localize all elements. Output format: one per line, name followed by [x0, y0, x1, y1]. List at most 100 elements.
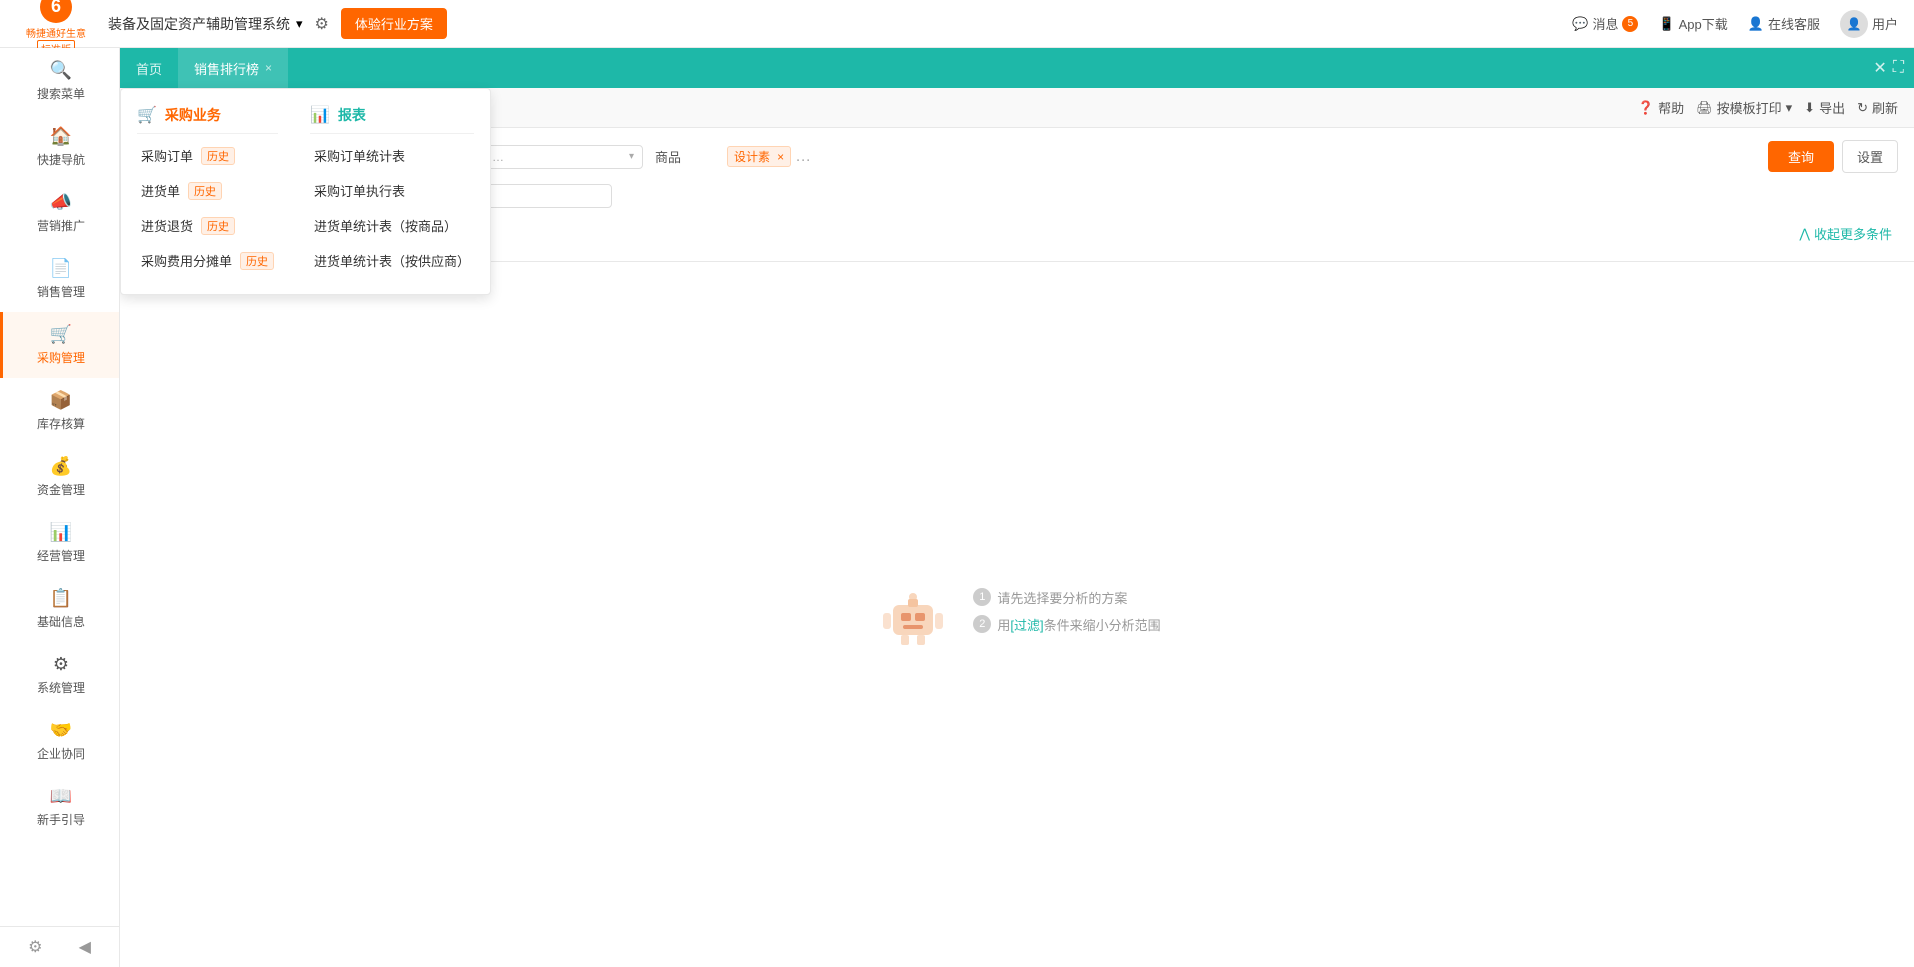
- sidebar-item-label: 快捷导航: [37, 151, 85, 168]
- tab-bar: 首页 销售排行榜 × ✕ ⛶: [120, 48, 1914, 88]
- system-title: 装备及固定资产辅助管理系统: [108, 14, 290, 34]
- inventory-icon: 📦: [50, 390, 72, 411]
- export-button[interactable]: ⬇ 导出: [1804, 98, 1845, 117]
- sidebar-item-label: 企业协同: [37, 745, 85, 762]
- menu-item-purchase-return[interactable]: 进货退货 历史: [137, 208, 278, 243]
- sales-icon: 📄: [50, 258, 72, 279]
- refresh-button[interactable]: ↻ 刷新: [1857, 98, 1898, 117]
- operations-icon: 📊: [50, 522, 72, 543]
- menu-item-purchase-expense[interactable]: 采购费用分摊单 历史: [137, 243, 278, 278]
- message-item[interactable]: 💬 消息 5: [1572, 14, 1638, 33]
- sidebar-collapse-icon[interactable]: ◀: [79, 937, 91, 957]
- funds-icon: 💰: [50, 456, 72, 477]
- empty-illustration: [873, 575, 953, 655]
- collapse-area: ⋀ 收起更多条件: [1793, 218, 1898, 249]
- sidebar-item-inventory[interactable]: 📦 库存核算: [0, 378, 119, 444]
- industry-button[interactable]: 体验行业方案: [341, 8, 447, 39]
- menu-item-receipt-stat-goods[interactable]: 进货单统计表（按商品）: [310, 208, 474, 243]
- tab-close-icon[interactable]: ×: [265, 61, 272, 75]
- tab-home[interactable]: 首页: [120, 48, 178, 88]
- sidebar-item-label: 经营管理: [37, 547, 85, 564]
- sidebar-item-guide[interactable]: 📖 新手引导: [0, 774, 119, 840]
- goods-tag: 设计素 ×: [727, 146, 791, 167]
- main-layout: 🔍 搜索菜单 🏠 快捷导航 📣 营销推广 📄 销售管理 🛒 采购管理 📦 库存核…: [0, 48, 1914, 967]
- menu-item-order-stat[interactable]: 采购订单统计表: [310, 138, 474, 173]
- sidebar-item-funds[interactable]: 💰 资金管理: [0, 444, 119, 510]
- tab-sales-ranking[interactable]: 销售排行榜 ×: [178, 48, 288, 88]
- purchase-dropdown-overlay: 🛒 采购业务 采购订单 历史 进货单 历史 进货退货 历史: [120, 88, 491, 295]
- empty-state: 1 请先选择要分析的方案 2 用[过滤]条件来缩小分析范围: [873, 575, 1160, 655]
- menu-item-label: 采购订单统计表: [314, 146, 405, 165]
- sidebar-footer: ⚙ ◀: [0, 926, 119, 967]
- sidebar-item-search[interactable]: 🔍 搜索菜单: [0, 48, 119, 114]
- sidebar-item-label: 销售管理: [37, 283, 85, 300]
- sidebar-item-label: 库存核算: [37, 415, 85, 432]
- help-button[interactable]: ❓ 帮助: [1638, 98, 1684, 117]
- export-icon: ⬇: [1804, 100, 1815, 116]
- sidebar: 🔍 搜索菜单 🏠 快捷导航 📣 营销推广 📄 销售管理 🛒 采购管理 📦 库存核…: [0, 48, 120, 967]
- collapse-button[interactable]: ⋀ 收起更多条件: [1793, 218, 1898, 249]
- sidebar-item-cooperation[interactable]: 🤝 企业协同: [0, 708, 119, 774]
- menu-item-purchase-order[interactable]: 采购订单 历史: [137, 138, 278, 173]
- sidebar-item-sales[interactable]: 📄 销售管理: [0, 246, 119, 312]
- print-button[interactable]: 🖨 按模板打印 ▾: [1696, 98, 1792, 117]
- avatar: 👤: [1840, 10, 1868, 38]
- logo-text: 畅捷通好生意: [26, 25, 86, 40]
- return-badge: 历史: [201, 217, 235, 235]
- menu-item-label: 采购费用分摊单: [141, 251, 232, 270]
- sidebar-item-quick-nav[interactable]: 🏠 快捷导航: [0, 114, 119, 180]
- refresh-label: 刷新: [1872, 98, 1898, 117]
- sidebar-item-purchase[interactable]: 🛒 采购管理: [0, 312, 119, 378]
- online-service-item[interactable]: 👤 在线客服: [1748, 14, 1820, 33]
- menu-item-label: 采购订单: [141, 146, 193, 165]
- main-content: 1 请先选择要分析的方案 2 用[过滤]条件来缩小分析范围: [120, 262, 1914, 967]
- message-badge: 5: [1622, 16, 1638, 32]
- doc-status-filter[interactable]: … ▾: [483, 145, 643, 169]
- sidebar-item-operations[interactable]: 📊 经营管理: [0, 510, 119, 576]
- app-download-item[interactable]: 📱 App下载: [1658, 14, 1727, 33]
- cooperation-icon: 🤝: [50, 720, 72, 741]
- menu-item-label: 采购订单执行表: [314, 181, 405, 200]
- help-label: 帮助: [1658, 98, 1684, 117]
- sidebar-item-marketing[interactable]: 📣 营销推广: [0, 180, 119, 246]
- print-icon: 🖨: [1696, 100, 1713, 116]
- menu-item-order-exec[interactable]: 采购订单执行表: [310, 173, 474, 208]
- phone-icon: 📱: [1658, 16, 1674, 32]
- menu-item-label: 进货单统计表（按供应商）: [314, 251, 470, 270]
- sidebar-settings-icon[interactable]: ⚙: [28, 937, 42, 957]
- query-button[interactable]: 查询: [1768, 141, 1834, 172]
- tab-close-window-icon[interactable]: ✕: [1873, 58, 1886, 78]
- business-section-icon: 🛒: [137, 105, 157, 125]
- settings-icon[interactable]: ⚙: [315, 14, 329, 34]
- collapse-up-icon: ⋀: [1799, 226, 1810, 242]
- sidebar-item-system[interactable]: ⚙ 系统管理: [0, 642, 119, 708]
- user-label: 用户: [1872, 14, 1898, 33]
- refresh-icon: ↻: [1857, 100, 1868, 116]
- system-title-dropdown[interactable]: 装备及固定资产辅助管理系统 ▾: [108, 14, 303, 34]
- sidebar-item-label: 新手引导: [37, 811, 85, 828]
- home-icon: 🏠: [50, 126, 72, 147]
- menu-item-purchase-receipt[interactable]: 进货单 历史: [137, 173, 278, 208]
- guide-icon: 📖: [50, 786, 72, 807]
- sidebar-item-label: 基础信息: [37, 613, 85, 630]
- user-item[interactable]: 👤 用户: [1840, 10, 1898, 38]
- sidebar-item-label: 系统管理: [37, 679, 85, 696]
- sidebar-item-label: 采购管理: [37, 349, 85, 366]
- print-dropdown-icon: ▾: [1786, 100, 1793, 116]
- print-label: 按模板打印: [1717, 98, 1782, 117]
- service-icon: 👤: [1748, 16, 1764, 32]
- dropdown-arrow-icon: ▾: [296, 16, 303, 32]
- tab-bar-right: ✕ ⛶: [1873, 58, 1914, 78]
- purchase-report-section: 📊 报表 采购订单统计表 采购订单执行表 进货单统计表（按商品） 进货单统计表（…: [310, 105, 474, 278]
- menu-item-receipt-stat-supplier[interactable]: 进货单统计表（按供应商）: [310, 243, 474, 278]
- purchase-order-badge: 历史: [201, 147, 235, 165]
- goods-tag-close[interactable]: ×: [777, 150, 784, 164]
- sidebar-item-basic-info[interactable]: 📋 基础信息: [0, 576, 119, 642]
- report-section-title: 📊 报表: [310, 105, 474, 134]
- filter-actions-right: 查询 设置: [1768, 140, 1898, 173]
- help-icon: ❓: [1638, 100, 1654, 116]
- goods-label: 商品: [655, 147, 715, 166]
- logo-icon: 6: [40, 0, 72, 23]
- setting-button[interactable]: 设置: [1842, 140, 1898, 173]
- tab-maximize-icon[interactable]: ⛶: [1893, 59, 1904, 77]
